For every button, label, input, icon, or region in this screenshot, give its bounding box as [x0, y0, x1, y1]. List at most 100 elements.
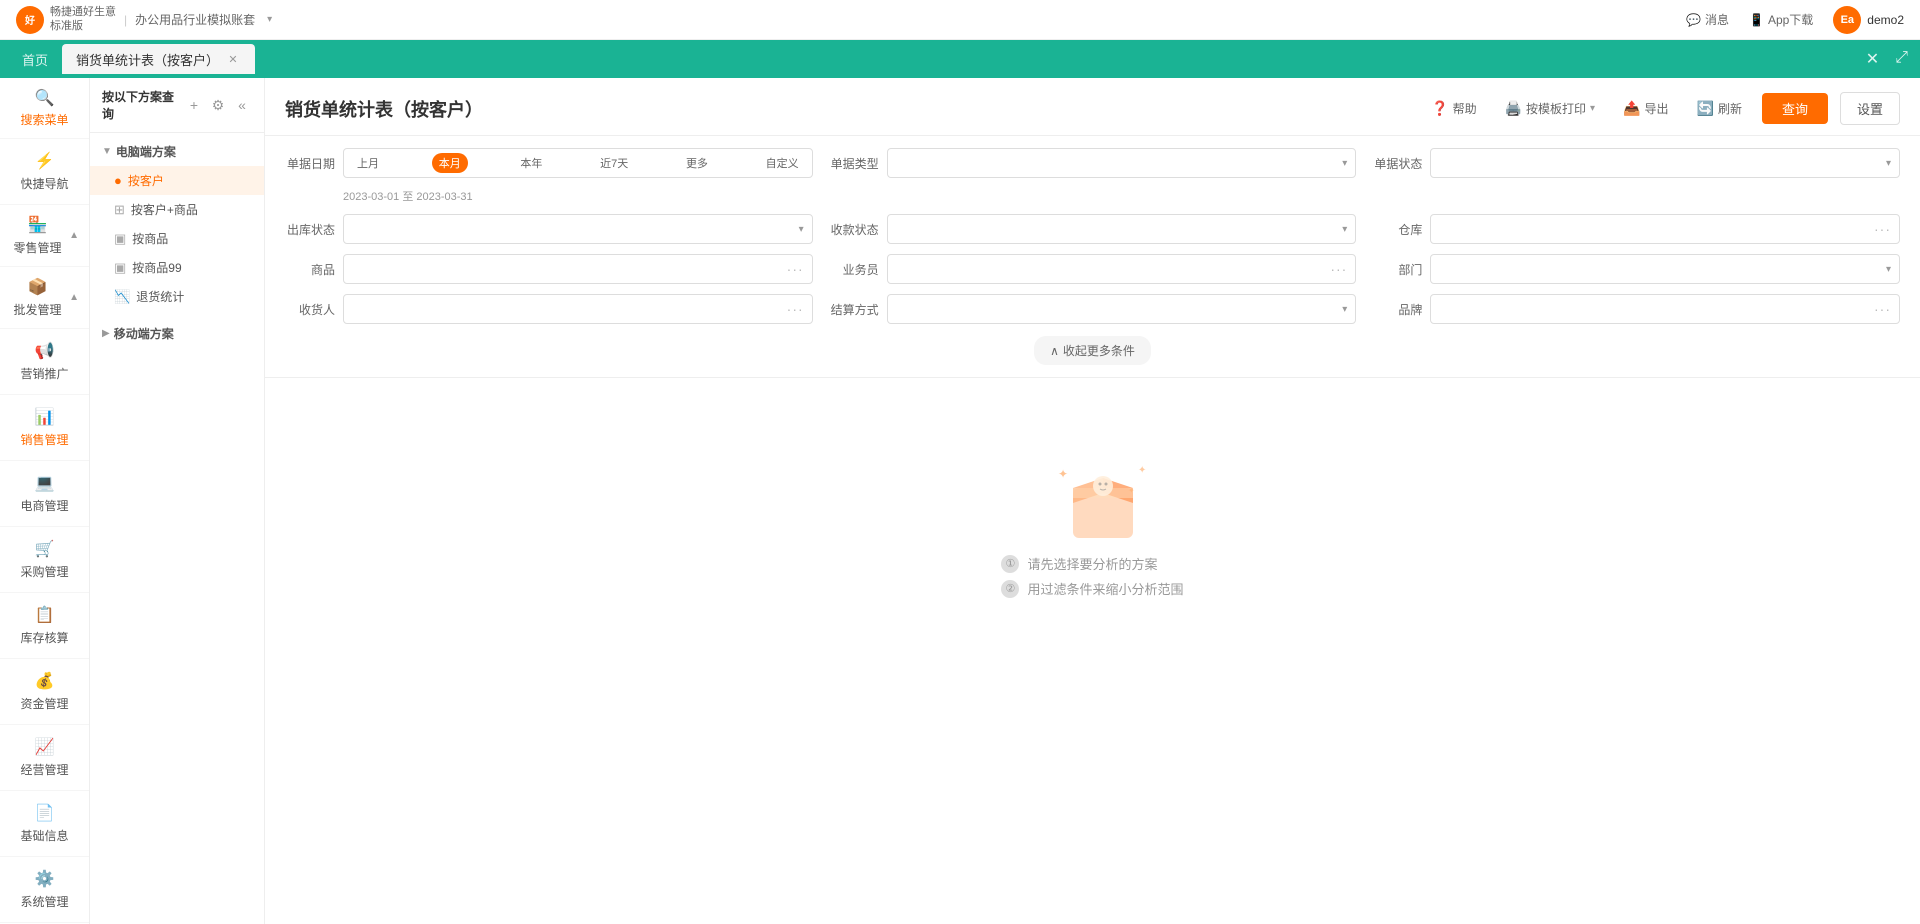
sidebar-item-search-menu[interactable]: 🔍 搜索菜单: [0, 78, 89, 139]
scheme-item-by-goods[interactable]: ▣ 按商品: [90, 224, 264, 253]
user-area[interactable]: Ea demo2: [1833, 6, 1904, 34]
inventory-icon: 📋: [35, 605, 55, 625]
settings-btn[interactable]: 设置: [1840, 92, 1900, 125]
sidebar-item-finance[interactable]: 💰 资金管理: [0, 659, 89, 725]
date-tab-this-month[interactable]: 本月: [432, 153, 468, 173]
date-tab-this-year[interactable]: 本年: [515, 153, 547, 173]
breadcrumb-arrow[interactable]: ▾: [267, 14, 272, 25]
date-range-text: 2023-03-01 至 2023-03-31: [343, 188, 473, 204]
sidebar-item-inventory[interactable]: 📋 库存核算: [0, 593, 89, 659]
doc-type-control[interactable]: ▾: [887, 148, 1357, 178]
sidebar-item-retail[interactable]: 🏪 零售管理 ▲: [0, 205, 89, 267]
scheme-collapse-btn[interactable]: «: [232, 95, 252, 115]
warehouse-filter-item: 仓库 ···: [1372, 214, 1900, 244]
breadcrumb-text: 办公用品行业模拟账套: [135, 11, 255, 28]
retail-label: 零售管理: [14, 239, 62, 256]
scheme-item-by-customer[interactable]: ● 按客户: [90, 166, 264, 195]
sys-icon: ⚙️: [35, 869, 55, 889]
sidebar-item-ops[interactable]: 📈 经营管理: [0, 725, 89, 791]
print-icon: 🖨️: [1505, 100, 1522, 117]
wholesale-icon: 📦: [28, 277, 48, 297]
brand-dots: ···: [1874, 301, 1891, 317]
scheme-group-pc-header[interactable]: ▼ 电脑端方案: [90, 137, 264, 166]
wholesale-content: 📦 批发管理: [10, 277, 65, 318]
refresh-btn[interactable]: 🔄 刷新: [1689, 96, 1750, 121]
settle-control[interactable]: ▾: [887, 294, 1357, 324]
main-content: 销货单统计表（按客户） ❓ 帮助 🖨️ 按模板打印 ▾ 📤 导出: [265, 78, 1920, 924]
export-btn[interactable]: 📤 导出: [1615, 96, 1676, 121]
tab-close-btn[interactable]: ✕: [225, 51, 241, 67]
sidebar-item-sales[interactable]: 📊 销售管理: [0, 395, 89, 461]
print-btn[interactable]: 🖨️ 按模板打印 ▾: [1497, 96, 1603, 121]
sidebar-item-quick-nav[interactable]: ⚡ 快捷导航: [0, 139, 89, 205]
return-stats-label: 退货统计: [136, 288, 252, 305]
scheme-group-mobile-header[interactable]: ▶ 移动端方案: [90, 319, 264, 348]
pc-group-title: 电脑端方案: [116, 143, 252, 160]
tab-home[interactable]: 首页: [8, 44, 62, 74]
help-btn[interactable]: ❓ 帮助: [1423, 96, 1484, 121]
sidebar-item-marketing[interactable]: 📢 营销推广: [0, 329, 89, 395]
doc-status-control[interactable]: ▾: [1430, 148, 1900, 178]
dept-label: 部门: [1372, 261, 1422, 278]
search-menu-label: 搜索菜单: [20, 111, 68, 128]
window-close-btn[interactable]: ✕: [1862, 45, 1883, 73]
settle-arrow: ▾: [1342, 304, 1347, 315]
collapse-area: ∧ 收起更多条件: [285, 336, 1900, 365]
dept-filter-item: 部门 ▾: [1372, 254, 1900, 284]
salesperson-control[interactable]: ···: [887, 254, 1357, 284]
pc-group-arrow: ▼: [102, 146, 112, 157]
query-btn[interactable]: 查询: [1762, 93, 1828, 124]
salesperson-filter-item: 业务员 ···: [829, 254, 1357, 284]
page-header: 销货单统计表（按客户） ❓ 帮助 🖨️ 按模板打印 ▾ 📤 导出: [265, 78, 1920, 136]
scheme-item-by-customer-goods[interactable]: ⊞ 按客户+商品: [90, 195, 264, 224]
sidebar-item-wholesale[interactable]: 📦 批发管理 ▲: [0, 267, 89, 329]
sidebar-item-ecom[interactable]: 💻 电商管理: [0, 461, 89, 527]
hint-num-1: ①: [1001, 555, 1019, 573]
tab-sales-stat[interactable]: 销货单统计表（按客户） ✕: [62, 44, 255, 74]
collapse-btn[interactable]: ∧ 收起更多条件: [1034, 336, 1151, 365]
marketing-icon: 📢: [35, 341, 55, 361]
date-tab-more[interactable]: 更多: [681, 153, 713, 173]
sidebar-item-sys[interactable]: ⚙️ 系统管理: [0, 857, 89, 923]
dept-control[interactable]: ▾: [1430, 254, 1900, 284]
goods-control[interactable]: ···: [343, 254, 813, 284]
recv-status-label: 收款状态: [829, 221, 879, 238]
quick-nav-icon: ⚡: [35, 151, 55, 171]
sidebar-item-basic[interactable]: 📄 基础信息: [0, 791, 89, 857]
out-status-control[interactable]: ▾: [343, 214, 813, 244]
warehouse-control[interactable]: ···: [1430, 214, 1900, 244]
filter-area: 单据日期 上月 本月 本年 近7天 更多 自定义 单据类型: [265, 136, 1920, 378]
hint-text-1: 请先选择要分析的方案: [1027, 554, 1157, 573]
settle-filter-item: 结算方式 ▾: [829, 294, 1357, 324]
wholesale-label: 批发管理: [14, 301, 62, 318]
recv-status-control[interactable]: ▾: [887, 214, 1357, 244]
scheme-group-pc: ▼ 电脑端方案 ● 按客户 ⊞ 按客户+商品 ▣ 按商品 ▣ 按商品99: [90, 133, 264, 315]
date-tab-last7[interactable]: 近7天: [595, 153, 633, 173]
message-btn[interactable]: 💬 消息: [1686, 11, 1729, 28]
page-title: 销货单统计表（按客户）: [285, 96, 483, 122]
goods-filter-item: 商品 ···: [285, 254, 813, 284]
receiver-control[interactable]: ···: [343, 294, 813, 324]
empty-hints: ① 请先选择要分析的方案 ② 用过滤条件来缩小分析范围: [1001, 554, 1183, 598]
basic-icon: 📄: [35, 803, 55, 823]
receiver-label: 收货人: [285, 301, 335, 318]
sidebar-item-purchase[interactable]: 🛒 采购管理: [0, 527, 89, 593]
basic-label: 基础信息: [20, 827, 68, 844]
app-download-btn[interactable]: 📱 App下载: [1749, 11, 1813, 28]
date-tab-custom[interactable]: 自定义: [761, 153, 804, 173]
warehouse-label: 仓库: [1372, 221, 1422, 238]
scheme-settings-btn[interactable]: ⚙: [208, 95, 228, 115]
message-label: 消息: [1705, 11, 1729, 28]
scheme-add-btn[interactable]: +: [184, 95, 204, 115]
breadcrumb-separator: |: [124, 13, 127, 27]
date-tab-last-month[interactable]: 上月: [352, 153, 384, 173]
scheme-item-return-stats[interactable]: 📉 退货统计: [90, 282, 264, 311]
mobile-group-arrow: ▶: [102, 328, 110, 339]
empty-state: ✦ ✦ ✦ ① 请先选择要分析的方案 ② 用过滤条件来缩小分析范围: [265, 378, 1920, 658]
brand-control[interactable]: ···: [1430, 294, 1900, 324]
window-maximize-btn[interactable]: ⤢: [1891, 45, 1912, 73]
return-stats-icon: 📉: [114, 289, 130, 305]
scheme-item-by-goods-99[interactable]: ▣ 按商品99: [90, 253, 264, 282]
date-filter-control[interactable]: 上月 本月 本年 近7天 更多 自定义: [343, 148, 813, 178]
doc-status-filter-item: 单据状态 ▾: [1372, 148, 1900, 178]
